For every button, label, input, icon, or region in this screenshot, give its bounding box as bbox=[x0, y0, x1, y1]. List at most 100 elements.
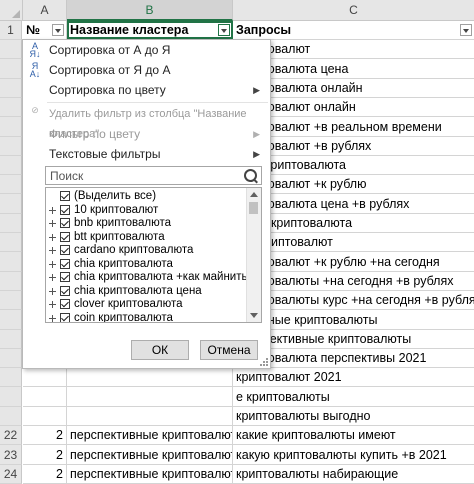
column-header-c[interactable]: C bbox=[233, 0, 474, 21]
menu-sort-ascending-label: Сортировка от А до Я bbox=[49, 43, 171, 57]
table-cell-a[interactable]: 2 bbox=[23, 445, 67, 464]
expand-icon[interactable] bbox=[49, 247, 56, 254]
table-cell-b[interactable] bbox=[67, 368, 233, 386]
checkbox[interactable] bbox=[60, 218, 70, 228]
filter-list-item[interactable]: cardano криптовалюта bbox=[46, 244, 246, 257]
table-cell-a[interactable] bbox=[23, 368, 67, 386]
filter-dropdown-icon[interactable] bbox=[52, 24, 64, 36]
filter-list-item[interactable]: clover криптовалюта bbox=[46, 298, 246, 311]
scroll-down-icon[interactable] bbox=[250, 313, 258, 318]
row-header[interactable]: 23 bbox=[0, 445, 22, 465]
table-cell-c[interactable]: криптовалют 2021 bbox=[233, 368, 474, 386]
list-scrollbar[interactable] bbox=[246, 188, 261, 322]
header-cell-number[interactable]: № bbox=[23, 21, 67, 39]
resize-grip-icon[interactable] bbox=[260, 358, 268, 366]
filter-list-item[interactable]: (Выделить все) bbox=[46, 190, 246, 203]
submenu-arrow-icon: ▶ bbox=[253, 85, 260, 95]
expand-icon[interactable] bbox=[49, 301, 56, 308]
row-header[interactable] bbox=[0, 407, 22, 426]
table-row: криптовалют 2021 bbox=[23, 368, 474, 387]
checkbox[interactable] bbox=[60, 204, 70, 215]
table-cell-a[interactable] bbox=[23, 387, 67, 406]
filter-list-item[interactable]: bnb криптовалюта bbox=[46, 217, 246, 230]
row-header[interactable] bbox=[0, 387, 22, 407]
row-header[interactable] bbox=[0, 79, 22, 98]
table-cell-c[interactable]: какую криптовалюты купить +в 2021 bbox=[233, 445, 474, 464]
search-icon[interactable] bbox=[244, 169, 257, 182]
row-header[interactable]: 24 bbox=[0, 465, 22, 484]
table-cell-c[interactable]: криптовалюты выгодно bbox=[233, 407, 474, 425]
filter-list-item[interactable]: coin криптовалюта bbox=[46, 312, 246, 322]
menu-clear-filter: ⊘ Удалить фильтр из столбца "Название кл… bbox=[23, 104, 270, 141]
checkbox[interactable] bbox=[60, 191, 70, 201]
header-cell-number-label: № bbox=[26, 23, 40, 37]
row-header[interactable] bbox=[0, 117, 22, 137]
row-header[interactable] bbox=[0, 156, 22, 175]
filter-dropdown-icon[interactable] bbox=[218, 24, 230, 36]
expand-icon[interactable] bbox=[49, 220, 56, 227]
table-cell-a[interactable]: 2 bbox=[23, 465, 67, 483]
expand-icon[interactable] bbox=[49, 287, 56, 295]
column-header-a[interactable]: A bbox=[23, 0, 67, 21]
menu-filter-by-color-label: Фильтр по цвету bbox=[49, 127, 141, 141]
row-header[interactable] bbox=[0, 137, 22, 156]
cancel-button[interactable]: Отмена bbox=[200, 340, 258, 360]
scroll-thumb[interactable] bbox=[249, 202, 258, 214]
filter-list-item-label: cardano криптовалюта bbox=[74, 244, 194, 256]
filter-dropdown-icon[interactable] bbox=[460, 24, 472, 36]
header-cell-queries[interactable]: Запросы bbox=[233, 21, 474, 39]
row-header[interactable] bbox=[0, 291, 22, 310]
search-input[interactable] bbox=[50, 168, 230, 183]
filter-list-item[interactable]: chia криптовалюта bbox=[46, 258, 246, 271]
table-cell-c[interactable]: е криптовалюты bbox=[233, 387, 474, 406]
filter-list-item[interactable]: chia криптовалюта +как майнить bbox=[46, 271, 247, 284]
filter-search-box[interactable] bbox=[45, 166, 262, 185]
filter-list-item[interactable]: chia криптовалюта цена bbox=[46, 285, 246, 298]
row-header[interactable] bbox=[0, 98, 22, 117]
checkbox[interactable] bbox=[60, 245, 70, 255]
row-header[interactable] bbox=[0, 252, 22, 272]
expand-icon[interactable] bbox=[49, 274, 56, 281]
row-header[interactable] bbox=[0, 214, 22, 233]
row-header[interactable] bbox=[0, 330, 22, 349]
checkbox[interactable] bbox=[60, 312, 70, 322]
ok-button[interactable]: ОК bbox=[131, 340, 189, 360]
filter-list-item-label: clover криптовалюта bbox=[74, 298, 183, 310]
scroll-up-icon[interactable] bbox=[250, 192, 258, 197]
checkbox[interactable] bbox=[60, 258, 70, 269]
menu-text-filters[interactable]: Текстовые фильтры ▶ bbox=[23, 144, 270, 164]
expand-icon[interactable] bbox=[49, 233, 56, 241]
row-header[interactable]: 1 bbox=[0, 21, 22, 40]
row-header[interactable] bbox=[0, 40, 22, 59]
checkbox[interactable] bbox=[60, 272, 70, 282]
filter-list-item[interactable]: btt криптовалюта bbox=[46, 231, 246, 244]
row-header[interactable] bbox=[0, 233, 22, 252]
checkbox[interactable] bbox=[60, 231, 70, 242]
table-cell-b[interactable] bbox=[67, 387, 233, 406]
filter-list-item[interactable]: 10 криптовалют bbox=[46, 204, 246, 217]
select-all-corner[interactable] bbox=[0, 0, 23, 21]
row-header[interactable] bbox=[0, 194, 22, 214]
expand-icon[interactable] bbox=[49, 314, 56, 322]
table-cell-b[interactable]: перспективные криптовалют bbox=[67, 445, 233, 464]
expand-icon[interactable] bbox=[49, 206, 56, 214]
checkbox[interactable] bbox=[60, 299, 70, 309]
row-header[interactable] bbox=[0, 349, 22, 368]
row-header[interactable] bbox=[0, 175, 22, 194]
menu-sort-descending[interactable]: Я А↓ Сортировка от Я до А bbox=[23, 60, 270, 80]
table-cell-b[interactable]: перспективные криптовалют bbox=[67, 465, 233, 483]
column-header-b[interactable]: B bbox=[67, 0, 233, 21]
checkbox[interactable] bbox=[60, 285, 70, 296]
header-cell-cluster[interactable]: Название кластера bbox=[67, 21, 233, 39]
row-header[interactable] bbox=[0, 59, 22, 79]
menu-sort-ascending[interactable]: А Я↓ Сортировка от А до Я bbox=[23, 40, 270, 60]
expand-icon[interactable] bbox=[49, 260, 56, 268]
table-cell-b[interactable] bbox=[67, 407, 233, 425]
row-header[interactable] bbox=[0, 310, 22, 330]
row-header[interactable] bbox=[0, 368, 22, 387]
table-cell-c[interactable]: криптовалюты набирающие bbox=[233, 465, 474, 483]
filter-list-item-label: btt криптовалюта bbox=[74, 230, 165, 243]
table-cell-a[interactable] bbox=[23, 407, 67, 425]
row-header[interactable] bbox=[0, 272, 22, 291]
menu-sort-by-color[interactable]: Сортировка по цвету ▶ bbox=[23, 80, 270, 100]
